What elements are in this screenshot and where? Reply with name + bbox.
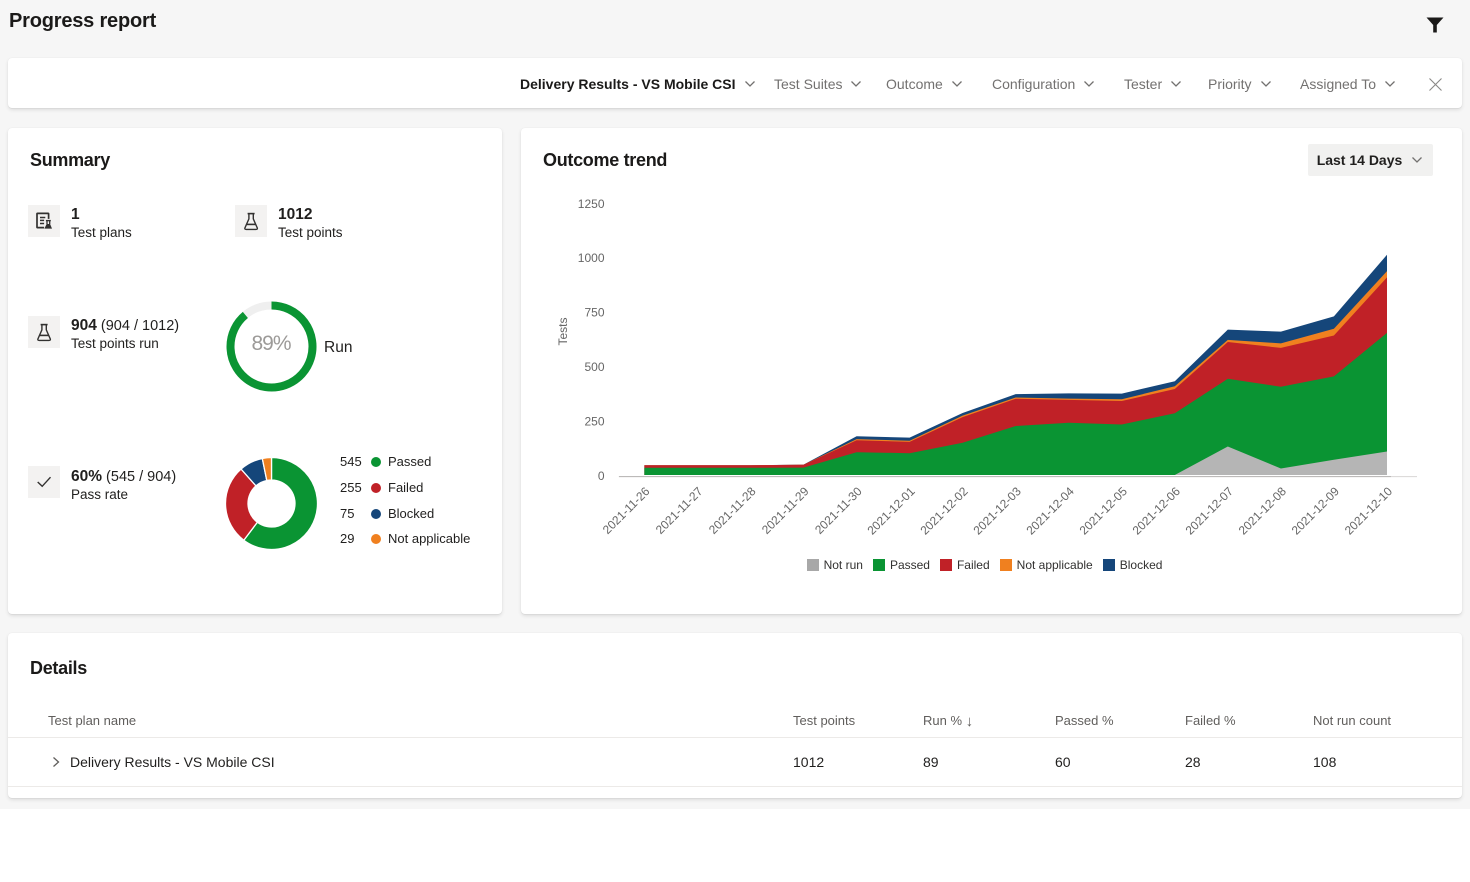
svg-text:2021-11-26: 2021-11-26	[600, 484, 653, 537]
svg-text:2021-12-04: 2021-12-04	[1024, 484, 1078, 538]
svg-text:2021-12-02: 2021-12-02	[917, 484, 971, 538]
svg-text:2021-12-05: 2021-12-05	[1077, 484, 1131, 538]
svg-text:2021-12-09: 2021-12-09	[1289, 484, 1343, 538]
svg-text:2021-11-27: 2021-11-27	[653, 484, 706, 537]
svg-text:750: 750	[584, 306, 604, 320]
svg-text:0: 0	[598, 469, 605, 483]
svg-text:250: 250	[584, 414, 604, 428]
svg-text:Tests: Tests	[556, 317, 570, 345]
svg-text:2021-12-03: 2021-12-03	[971, 484, 1025, 538]
svg-text:2021-12-07: 2021-12-07	[1183, 484, 1237, 538]
svg-text:2021-12-01: 2021-12-01	[864, 484, 918, 538]
svg-text:2021-12-08: 2021-12-08	[1236, 484, 1290, 538]
svg-text:2021-12-06: 2021-12-06	[1130, 484, 1184, 538]
svg-text:2021-11-30: 2021-11-30	[812, 484, 865, 537]
svg-text:2021-11-28: 2021-11-28	[706, 484, 759, 537]
svg-text:1250: 1250	[578, 197, 605, 211]
svg-text:1000: 1000	[578, 251, 605, 265]
svg-text:2021-11-29: 2021-11-29	[759, 484, 812, 537]
svg-text:500: 500	[584, 360, 604, 374]
svg-text:2021-12-10: 2021-12-10	[1342, 484, 1396, 538]
